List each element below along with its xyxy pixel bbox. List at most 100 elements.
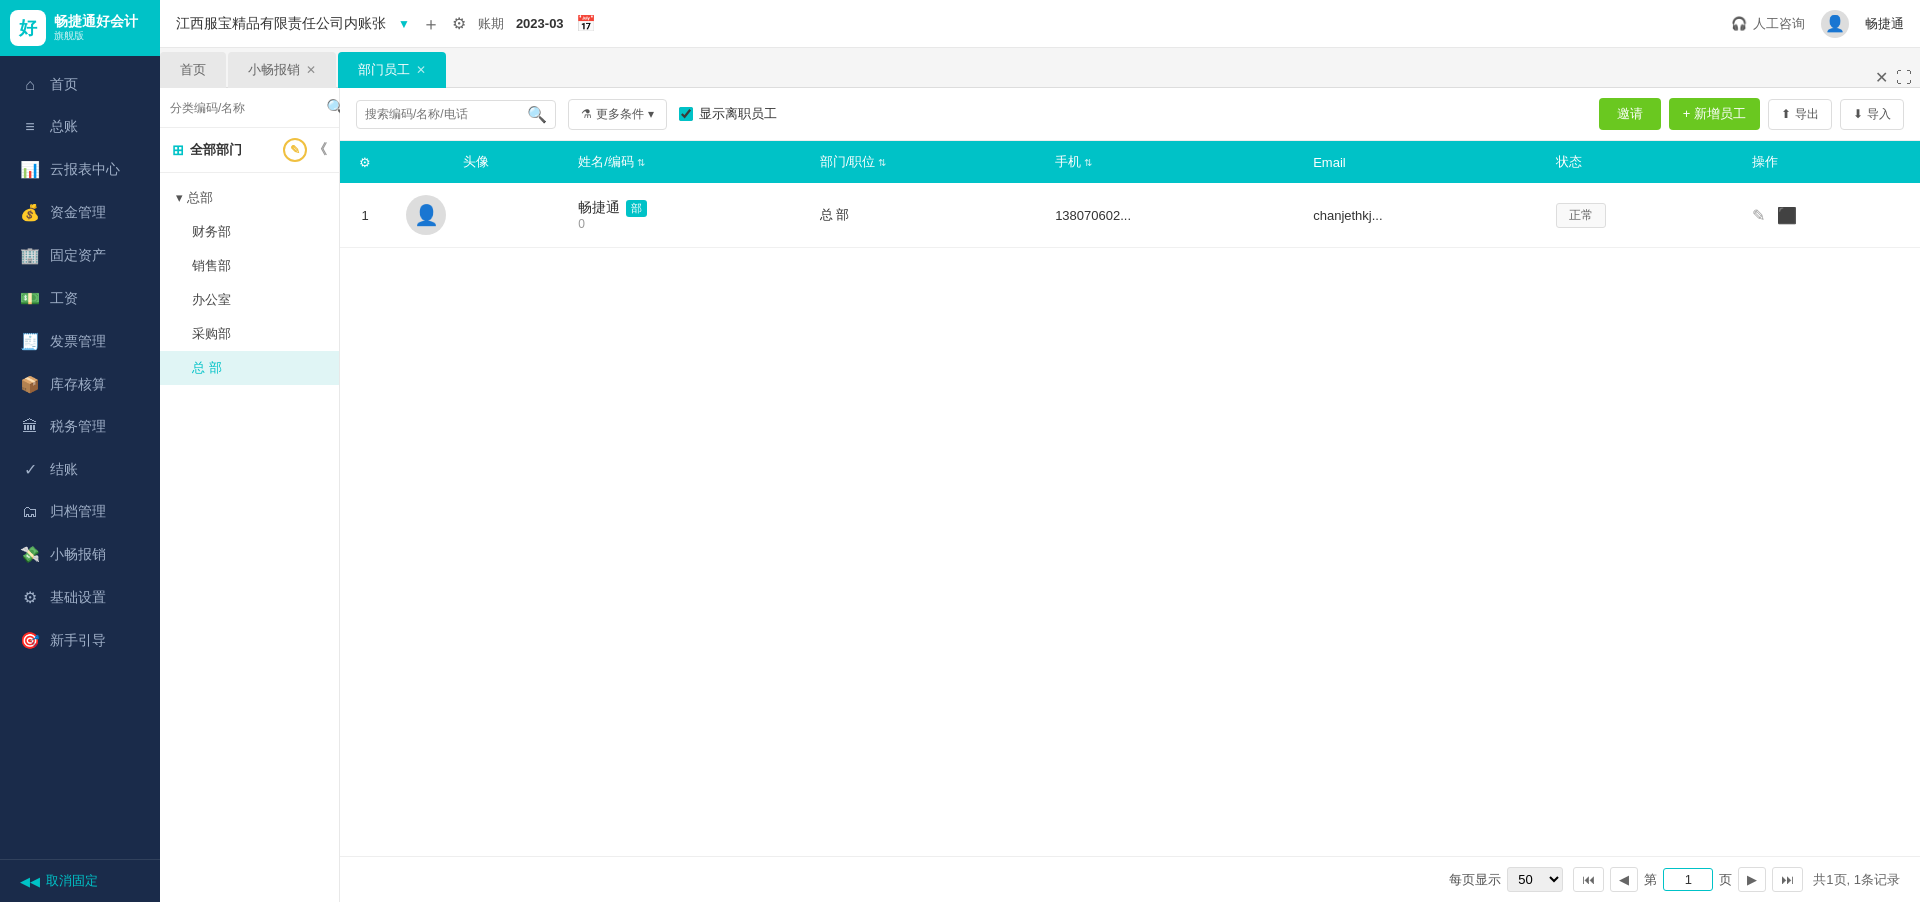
all-dept-row[interactable]: ⊞ 全部部门 ✎ 《: [160, 128, 339, 173]
col-dept-position[interactable]: 部门/职位: [804, 141, 1039, 183]
tab-employees[interactable]: 部门员工 ✕: [338, 52, 446, 88]
logo-icon: 好: [10, 10, 46, 46]
support-button[interactable]: 🎧 人工咨询: [1731, 15, 1805, 33]
show-resigned-checkbox[interactable]: [679, 107, 693, 121]
sidebar-item-expense[interactable]: 💸 小畅报销: [0, 533, 160, 576]
export-icon: ⬆: [1781, 107, 1791, 121]
dept-item-procurement[interactable]: 采购部: [160, 317, 339, 351]
search-icon[interactable]: 🔍: [527, 105, 547, 124]
dept-item-hq[interactable]: 总 部: [160, 351, 339, 385]
page-input[interactable]: [1663, 868, 1713, 891]
ledger-icon: ≡: [20, 118, 40, 136]
logout-icon[interactable]: ⬛: [1777, 206, 1797, 225]
app-title: 畅捷通好会计: [54, 13, 138, 30]
logo-area: 好 畅捷通好会计 旗舰版: [0, 0, 160, 56]
user-avatar: 👤: [1821, 10, 1849, 38]
guide-icon: 🎯: [20, 631, 40, 650]
sidebar-item-reports[interactable]: 📊 云报表中心: [0, 148, 160, 191]
dept-tree: ▾ 总部 财务部 销售部 办公室 采购部 总 部: [160, 173, 339, 902]
col-gear[interactable]: ⚙: [340, 141, 390, 183]
invite-button[interactable]: 邀请: [1599, 98, 1661, 130]
avatar-icon: 👤: [1825, 14, 1845, 33]
import-button[interactable]: ⬇ 导入: [1840, 99, 1904, 130]
dept-panel: 🔍 ⊞ 全部部门 ✎ 《 ▾ 总部 财务部 销售部 办公室: [160, 88, 340, 902]
employee-search-box: 🔍: [356, 100, 556, 129]
sidebar-item-ledger[interactable]: ≡ 总账: [0, 106, 160, 148]
home-icon: ⌂: [20, 76, 40, 94]
next-page-button[interactable]: ▶: [1738, 867, 1766, 892]
dept-search-input[interactable]: [170, 101, 320, 115]
export-button[interactable]: ⬆ 导出: [1768, 99, 1832, 130]
sidebar-item-salary[interactable]: 💵 工资: [0, 277, 160, 320]
row-name-code: 畅捷通 部 0: [562, 183, 804, 248]
col-name-code[interactable]: 姓名/编码: [562, 141, 804, 183]
sidebar-item-guide[interactable]: 🎯 新手引导: [0, 619, 160, 662]
sidebar-item-tax[interactable]: 🏛 税务管理: [0, 406, 160, 448]
employee-search-input[interactable]: [365, 107, 521, 121]
dept-item-finance[interactable]: 财务部: [160, 215, 339, 249]
page-label: 第: [1644, 871, 1657, 889]
tab-home-label: 首页: [180, 61, 206, 79]
company-dropdown-arrow[interactable]: ▼: [398, 17, 410, 31]
right-content: 🔍 ⚗ 更多条件 ▾ 显示离职员工 邀请 + 新增员工 ⬆ 导出: [340, 88, 1920, 902]
per-page-select[interactable]: 50 10 20 100: [1507, 867, 1563, 892]
row-status: 正常: [1540, 183, 1736, 248]
top-bar: 江西服宝精品有限责任公司内账张 ▼ ＋ ⚙ 账期 2023-03 📅 🎧 人工咨…: [160, 0, 1920, 48]
sidebar-item-funds[interactable]: 💰 资金管理: [0, 191, 160, 234]
sidebar-item-invoice[interactable]: 🧾 发票管理: [0, 320, 160, 363]
dept-search-area: 🔍: [160, 88, 339, 128]
sidebar-item-inventory[interactable]: 📦 库存核算: [0, 363, 160, 406]
col-email: Email: [1297, 141, 1539, 183]
col-actions: 操作: [1736, 141, 1920, 183]
edit-icon[interactable]: ✎: [1752, 206, 1765, 225]
headset-icon: 🎧: [1731, 16, 1747, 31]
import-icon: ⬇: [1853, 107, 1863, 121]
sidebar-nav: ⌂ 首页 ≡ 总账 📊 云报表中心 💰 资金管理 🏢 固定资产 💵 工资 🧾 发…: [0, 56, 160, 859]
expand-tab-icon[interactable]: ⛶: [1896, 69, 1912, 87]
tab-employees-close[interactable]: ✕: [416, 63, 426, 77]
row-phone: 138070602...: [1039, 183, 1297, 248]
tab-home[interactable]: 首页: [160, 52, 226, 88]
dept-grid-icon: ⊞: [172, 142, 184, 158]
sidebar-item-closing[interactable]: ✓ 结账: [0, 448, 160, 491]
last-page-button[interactable]: ⏭: [1772, 867, 1803, 892]
sidebar-item-assets[interactable]: 🏢 固定资产: [0, 234, 160, 277]
dept-item-sales[interactable]: 销售部: [160, 249, 339, 283]
tab-expense[interactable]: 小畅报销 ✕: [228, 52, 336, 88]
sidebar-item-home[interactable]: ⌂ 首页: [0, 64, 160, 106]
dept-collapse-icon[interactable]: 《: [313, 141, 327, 159]
assets-icon: 🏢: [20, 246, 40, 265]
calendar-icon[interactable]: 📅: [576, 14, 596, 33]
dept-edit-button[interactable]: ✎: [283, 138, 307, 162]
first-page-button[interactable]: ⏮: [1573, 867, 1604, 892]
col-status: 状态: [1540, 141, 1736, 183]
row-avatar: 👤: [390, 183, 562, 248]
dept-item-office[interactable]: 办公室: [160, 283, 339, 317]
funds-icon: 💰: [20, 203, 40, 222]
employee-avatar: 👤: [406, 195, 446, 235]
col-phone[interactable]: 手机: [1039, 141, 1297, 183]
add-employee-button[interactable]: + 新增员工: [1669, 98, 1760, 130]
pager: ⏮ ◀ 第 页 ▶ ⏭: [1573, 867, 1803, 892]
tab-expense-close[interactable]: ✕: [306, 63, 316, 77]
sidebar-item-archive[interactable]: 🗂 归档管理: [0, 491, 160, 533]
unpin-button[interactable]: ◀◀ 取消固定: [0, 859, 160, 902]
close-tab-icon[interactable]: ✕: [1875, 68, 1888, 87]
row-email: chanjethkj...: [1297, 183, 1539, 248]
tab-expense-label: 小畅报销: [248, 61, 300, 79]
dept-item-hq-parent[interactable]: ▾ 总部: [160, 181, 339, 215]
sidebar-item-settings[interactable]: ⚙ 基础设置: [0, 576, 160, 619]
add-tab-button[interactable]: ＋: [422, 12, 440, 36]
employees-table-container: ⚙ 头像 姓名/编码 部门/职位 手机 Email 状态 操作 1: [340, 141, 1920, 856]
right-toolbar-actions: 邀请 + 新增员工 ⬆ 导出 ⬇ 导入: [1599, 98, 1904, 130]
invoice-icon: 🧾: [20, 332, 40, 351]
inventory-icon: 📦: [20, 375, 40, 394]
status-badge: 正常: [1556, 203, 1606, 228]
show-resigned-checkbox-label[interactable]: 显示离职员工: [679, 105, 777, 123]
prev-page-button[interactable]: ◀: [1610, 867, 1638, 892]
more-filters-button[interactable]: ⚗ 更多条件 ▾: [568, 99, 667, 130]
employee-dept-badge: 部: [626, 200, 647, 217]
company-name: 江西服宝精品有限责任公司内账张: [176, 15, 386, 33]
closing-icon: ✓: [20, 460, 40, 479]
settings-gear-icon[interactable]: ⚙: [452, 14, 466, 33]
